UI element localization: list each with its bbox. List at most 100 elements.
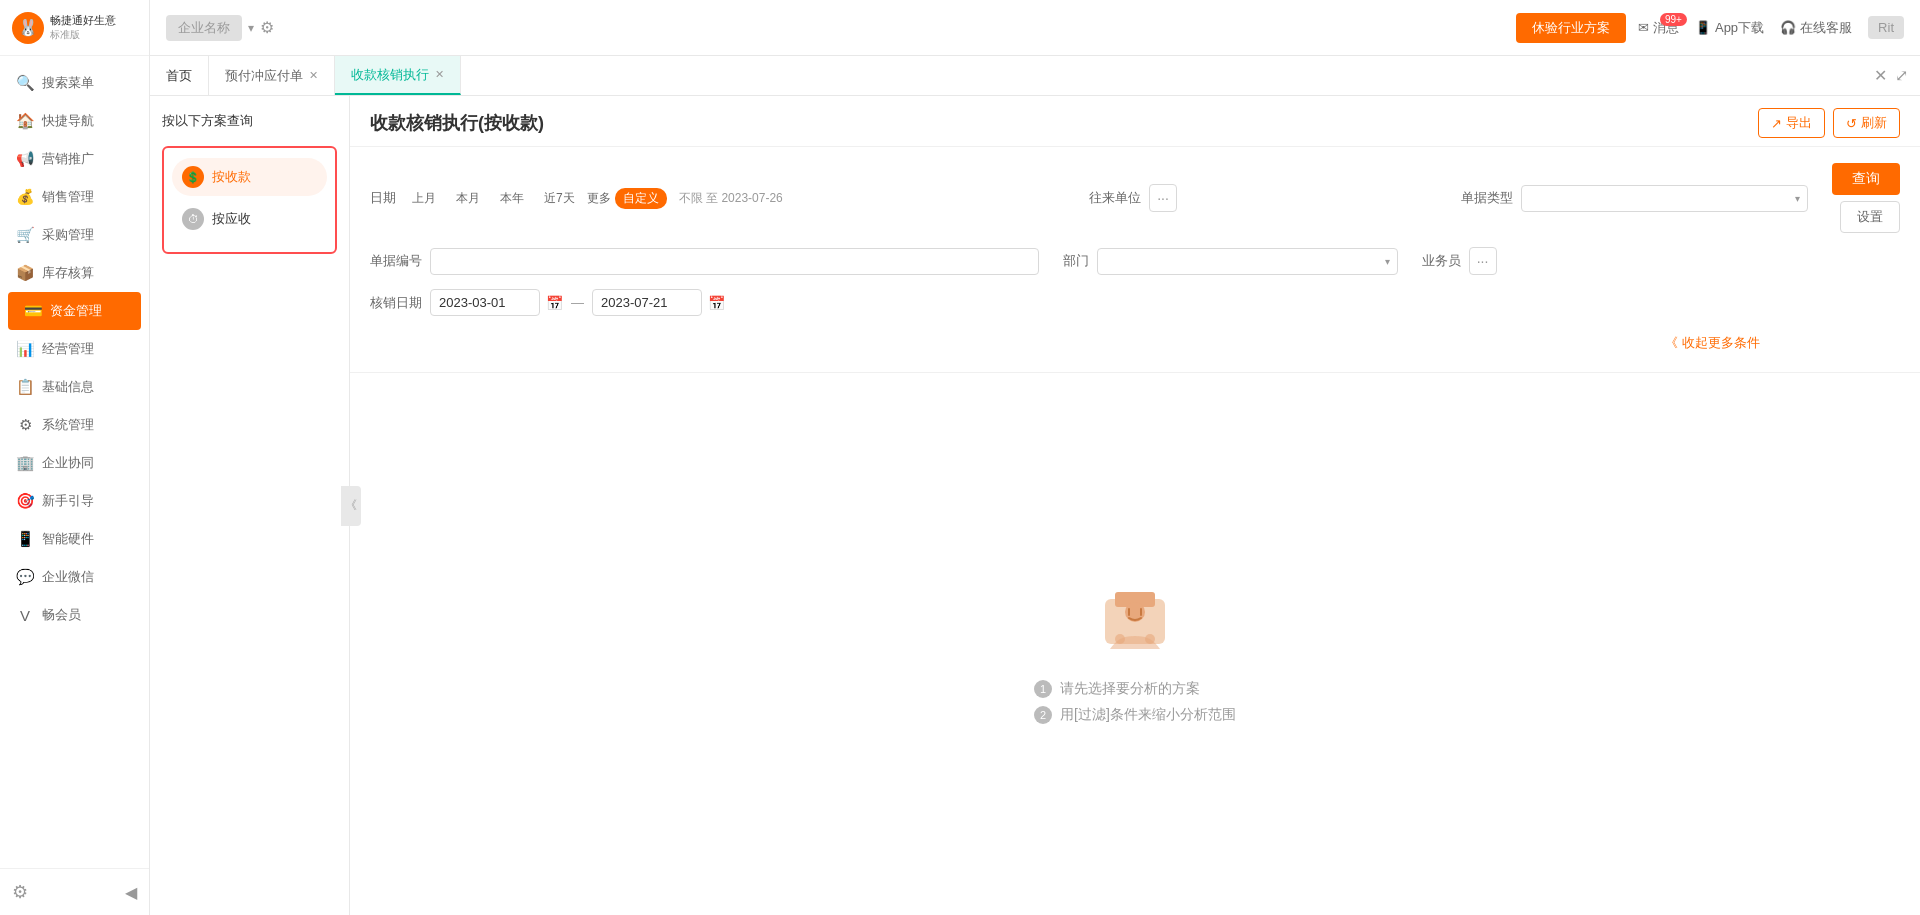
messages-btn[interactable]: ✉ 消息 99+ bbox=[1638, 19, 1679, 37]
tab-receivable[interactable]: 收款核销执行 ✕ bbox=[335, 56, 461, 95]
counterpart-dots-btn[interactable]: ··· bbox=[1149, 184, 1177, 212]
sidebar-item-wechat[interactable]: 💬 企业微信 bbox=[0, 558, 149, 596]
tab-receivable-label: 收款核销执行 bbox=[351, 66, 429, 84]
refresh-icon: ↺ bbox=[1846, 116, 1857, 131]
tabbar: 首页 预付冲应付单 ✕ 收款核销执行 ✕ ✕ ⤢ bbox=[150, 56, 1920, 96]
tab-expand-icon[interactable]: ⤢ bbox=[1895, 66, 1908, 85]
sidebar-bottom: ⚙ ◀ bbox=[0, 868, 149, 915]
date-label: 日期 bbox=[370, 189, 396, 207]
empty-tip-2-text: 用[过滤]条件来缩小分析范围 bbox=[1060, 706, 1236, 724]
doc-no-input[interactable] bbox=[430, 248, 1039, 275]
sidebar-item-hardware[interactable]: 📱 智能硬件 bbox=[0, 520, 149, 558]
filter-by-receipt[interactable]: 💲 按收款 bbox=[172, 158, 327, 196]
doc-type-select-wrap: ▾ bbox=[1521, 185, 1809, 212]
page-actions: ↗ 导出 ↺ 刷新 bbox=[1758, 108, 1900, 138]
collapse-label: 收起更多条件 bbox=[1682, 334, 1760, 352]
message-icon: ✉ bbox=[1638, 20, 1649, 35]
left-collapse-btn[interactable]: 《 bbox=[341, 486, 361, 526]
sidebar-item-member[interactable]: V 畅会员 bbox=[0, 596, 149, 634]
tab-close-all-icon[interactable]: ✕ bbox=[1874, 66, 1887, 85]
verify-date-to-input[interactable] bbox=[592, 289, 702, 316]
tab-receivable-close[interactable]: ✕ bbox=[435, 68, 444, 81]
department-select[interactable] bbox=[1097, 248, 1398, 275]
topbar-brand: 企业名称 ▾ ⚙ bbox=[166, 15, 1504, 41]
user-avatar[interactable]: Rit bbox=[1868, 16, 1904, 39]
export-btn[interactable]: ↗ 导出 bbox=[1758, 108, 1825, 138]
verify-date-to-calendar-icon[interactable]: 📅 bbox=[708, 295, 725, 311]
filter-by-receivable[interactable]: ⏱ 按应收 bbox=[172, 200, 327, 238]
industry-btn[interactable]: 休验行业方案 bbox=[1516, 13, 1626, 43]
sidebar-item-label: 新手引导 bbox=[42, 492, 94, 510]
date-tabs: 上月 本月 本年 近7天 更多 自定义 bbox=[404, 188, 667, 209]
date-tab-7days[interactable]: 近7天 bbox=[536, 188, 583, 209]
sidebar-menu: 🔍 搜索菜单 🏠 快捷导航 📢 营销推广 💰 销售管理 🛒 采购管理 📦 库存核… bbox=[0, 56, 149, 868]
verify-date-from-input[interactable] bbox=[430, 289, 540, 316]
date-tab-this-month[interactable]: 本月 bbox=[448, 188, 488, 209]
sidebar-item-label: 营销推广 bbox=[42, 150, 94, 168]
verify-date-dash: — bbox=[571, 295, 584, 310]
doc-no-field: 单据编号 bbox=[370, 248, 1039, 275]
logo-icon: 🐰 bbox=[12, 12, 44, 44]
content-area: 按以下方案查询 💲 按收款 ⏱ 按应收 《 收款核销执行(按收款) bbox=[150, 96, 1920, 915]
sidebar-item-label: 资金管理 bbox=[50, 302, 102, 320]
app-download-btn[interactable]: 📱 App下载 bbox=[1695, 19, 1764, 37]
sidebar-item-sales[interactable]: 💰 销售管理 bbox=[0, 178, 149, 216]
sidebar-item-label: 基础信息 bbox=[42, 378, 94, 396]
chevron-down-icon[interactable]: ▾ bbox=[248, 21, 254, 35]
sidebar-item-basic-info[interactable]: 📋 基础信息 bbox=[0, 368, 149, 406]
sidebar-item-label: 库存核算 bbox=[42, 264, 94, 282]
gear-icon[interactable]: ⚙ bbox=[260, 18, 274, 37]
tip-num-1: 1 bbox=[1034, 680, 1052, 698]
department-field: 部门 ▾ bbox=[1063, 248, 1398, 275]
right-panel: 收款核销执行(按收款) ↗ 导出 ↺ 刷新 日期 bbox=[350, 96, 1920, 915]
verify-date-from-calendar-icon[interactable]: 📅 bbox=[546, 295, 563, 311]
filter-receivable-label: 按应收 bbox=[212, 210, 251, 228]
date-tab-this-year[interactable]: 本年 bbox=[492, 188, 532, 209]
export-icon: ↗ bbox=[1771, 116, 1782, 131]
verify-date-field: 核销日期 📅 — 📅 bbox=[370, 289, 1051, 316]
counterpart-label: 往来单位 bbox=[1089, 189, 1141, 207]
empty-illustration bbox=[1085, 564, 1185, 664]
tab-home[interactable]: 首页 bbox=[150, 56, 209, 95]
refresh-btn[interactable]: ↺ 刷新 bbox=[1833, 108, 1900, 138]
tab-prepay[interactable]: 预付冲应付单 ✕ bbox=[209, 56, 335, 95]
online-service-btn[interactable]: 🎧 在线客服 bbox=[1780, 19, 1852, 37]
query-btn[interactable]: 查询 bbox=[1832, 163, 1900, 195]
sidebar-item-system[interactable]: ⚙ 系统管理 bbox=[0, 406, 149, 444]
sidebar-item-marketing[interactable]: 📢 营销推广 bbox=[0, 140, 149, 178]
sidebar-collapse-icon[interactable]: ◀ bbox=[125, 883, 137, 902]
service-icon: 🎧 bbox=[1780, 20, 1796, 35]
tab-home-label: 首页 bbox=[166, 67, 192, 85]
sidebar-item-label: 经营管理 bbox=[42, 340, 94, 358]
topbar: 企业名称 ▾ ⚙ 休验行业方案 ✉ 消息 99+ 📱 App下载 🎧 在线客服 … bbox=[150, 0, 1920, 56]
system-icon: ⚙ bbox=[16, 416, 34, 434]
date-tab-last-month[interactable]: 上月 bbox=[404, 188, 444, 209]
search-form: 日期 上月 本月 本年 近7天 更多 自定义 不限 至 2023-07-26 bbox=[350, 147, 1920, 373]
doc-type-select[interactable] bbox=[1521, 185, 1809, 212]
tab-prepay-close[interactable]: ✕ bbox=[309, 69, 318, 82]
collapse-wrap: 《 收起更多条件 bbox=[370, 330, 1900, 356]
sidebar-item-finance[interactable]: 💳 资金管理 bbox=[8, 292, 141, 330]
salesman-dots-btn[interactable]: ··· bbox=[1469, 247, 1497, 275]
chevron-up-icon: 《 bbox=[1665, 334, 1678, 352]
salesman-label: 业务员 bbox=[1422, 252, 1461, 270]
filter-receipt-label: 按收款 bbox=[212, 168, 251, 186]
counterpart-field: 往来单位 ··· bbox=[1089, 184, 1437, 212]
sidebar-item-enterprise[interactable]: 🏢 企业协同 bbox=[0, 444, 149, 482]
sidebar-item-search[interactable]: 🔍 搜索菜单 bbox=[0, 64, 149, 102]
sidebar-item-purchase[interactable]: 🛒 采购管理 bbox=[0, 216, 149, 254]
setting-btn[interactable]: 设置 bbox=[1840, 201, 1900, 233]
date-tab-custom[interactable]: 自定义 bbox=[615, 188, 667, 209]
date-tab-more[interactable]: 更多 bbox=[587, 190, 611, 207]
sidebar-item-guide[interactable]: 🎯 新手引导 bbox=[0, 482, 149, 520]
date-field: 日期 上月 本月 本年 近7天 更多 自定义 不限 至 2023-07-26 bbox=[370, 188, 1065, 209]
sidebar-item-operations[interactable]: 📊 经营管理 bbox=[0, 330, 149, 368]
sidebar-item-inventory[interactable]: 📦 库存核算 bbox=[0, 254, 149, 292]
doc-type-field: 单据类型 ▾ bbox=[1461, 185, 1809, 212]
enterprise-icon: 🏢 bbox=[16, 454, 34, 472]
sidebar-item-nav[interactable]: 🏠 快捷导航 bbox=[0, 102, 149, 140]
collapse-conditions-btn[interactable]: 《 收起更多条件 bbox=[1665, 330, 1760, 356]
sidebar-settings-icon[interactable]: ⚙ bbox=[12, 881, 28, 903]
inventory-icon: 📦 bbox=[16, 264, 34, 282]
verify-date-label: 核销日期 bbox=[370, 294, 422, 312]
